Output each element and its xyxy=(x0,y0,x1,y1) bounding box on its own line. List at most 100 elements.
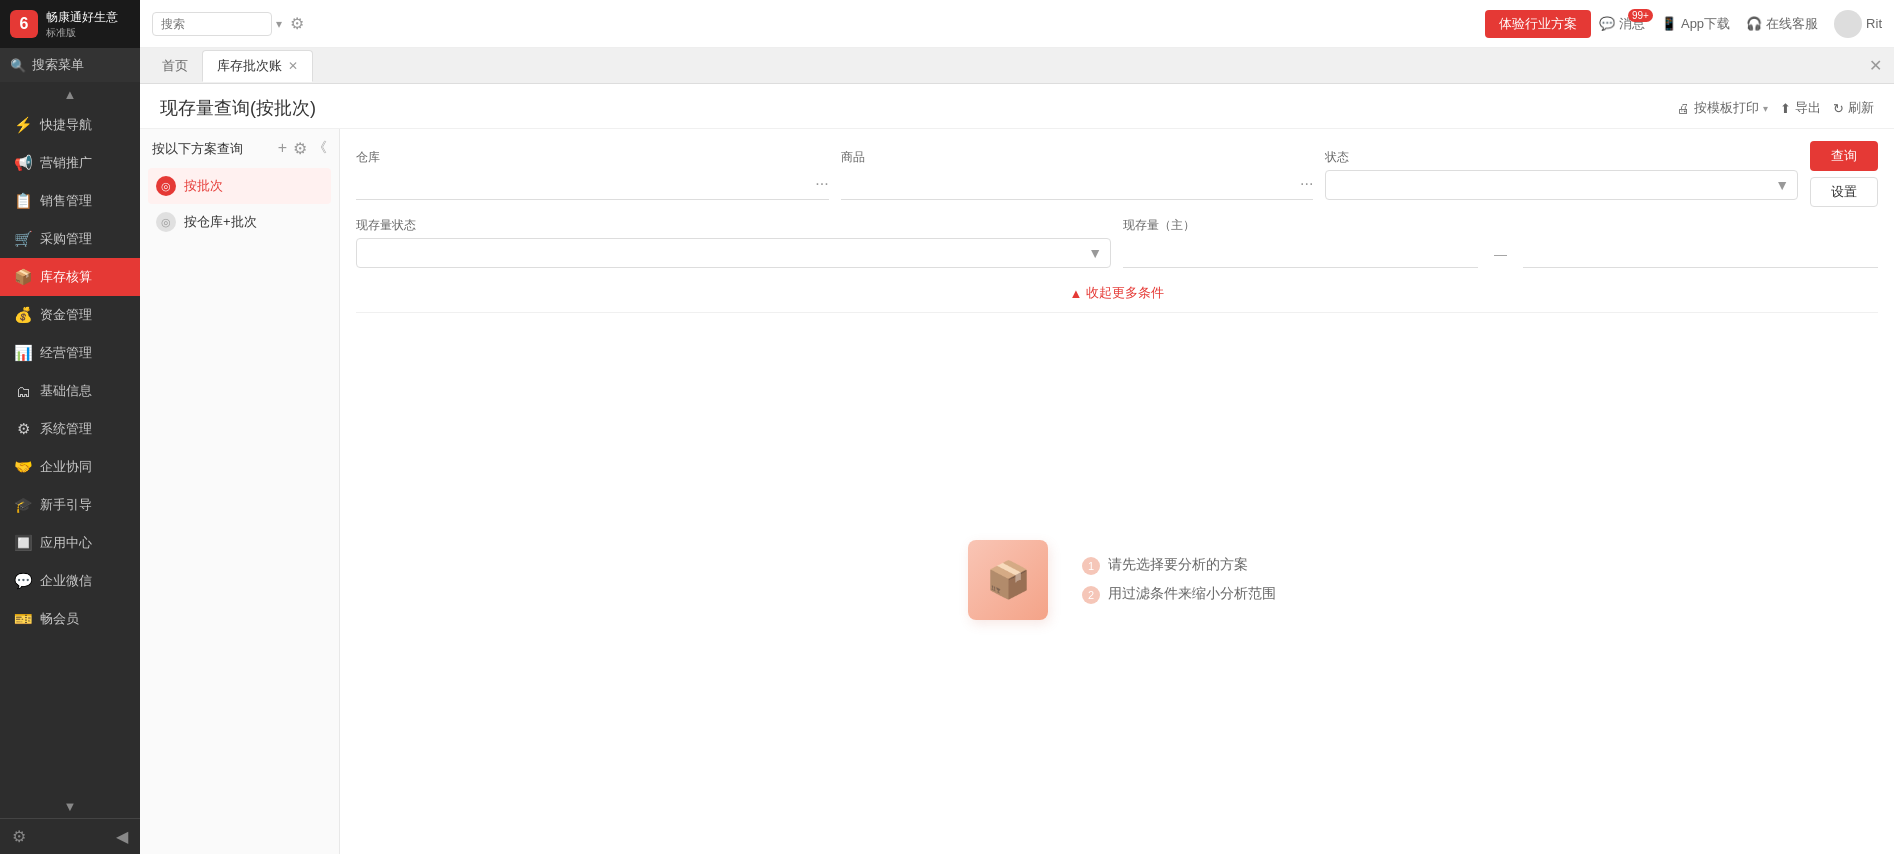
sidebar-scroll-down[interactable]: ▼ xyxy=(0,794,140,818)
sidebar-footer: ⚙ ◀ xyxy=(0,818,140,854)
scheme-label-by-batch: 按批次 xyxy=(184,177,223,195)
sidebar-item-base[interactable]: 🗂 基础信息 xyxy=(0,372,140,410)
sidebar-item-newbie[interactable]: 🎓 新手引导 xyxy=(0,486,140,524)
stock-status-filter-select[interactable]: ▼ xyxy=(356,238,1111,268)
export-btn[interactable]: ⬆ 导出 xyxy=(1780,99,1821,117)
warehouse-filter-input[interactable]: ··· xyxy=(356,170,829,200)
sidebar-item-member[interactable]: 🎫 畅会员 xyxy=(0,600,140,638)
sidebar-item-inventory[interactable]: 📦 库存核算 xyxy=(0,258,140,296)
sidebar-item-purchase[interactable]: 🛒 采购管理 xyxy=(0,220,140,258)
user-avatar xyxy=(1834,10,1862,38)
operations-icon: 📊 xyxy=(14,344,32,362)
tab-inventory-batch[interactable]: 库存批次账 ✕ xyxy=(202,50,313,82)
search-menu-item[interactable]: 🔍 搜索菜单 xyxy=(0,48,140,82)
sidebar-item-system[interactable]: ⚙ 系统管理 xyxy=(0,410,140,448)
stock-qty-filter-label: 现存量（主） xyxy=(1123,217,1878,234)
filter-group-warehouse: 仓库 ··· xyxy=(356,149,829,200)
empty-texts: 1 请先选择要分析的方案 2 用过滤条件来缩小分析范围 xyxy=(1082,556,1276,604)
finance-icon: 💰 xyxy=(14,306,32,324)
empty-step-1-text: 请先选择要分析的方案 xyxy=(1108,556,1248,574)
scheme-icon-batch: ◎ xyxy=(156,176,176,196)
left-panel-actions: + ⚙ 《 xyxy=(278,139,327,158)
sidebar-item-marketing[interactable]: 📢 营销推广 xyxy=(0,144,140,182)
query-button[interactable]: 查询 xyxy=(1810,141,1878,171)
topbar: ▾ ⚙ 体验行业方案 💬 消息 99+ 📱 App下载 🎧 在线客服 Rit xyxy=(140,0,1894,48)
left-panel: 按以下方案查询 + ⚙ 《 ◎ 按批次 ◎ 按仓库+批次 xyxy=(140,129,340,854)
sidebar-item-weixin[interactable]: 💬 企业微信 xyxy=(0,562,140,600)
page-title: 现存量查询(按批次) xyxy=(160,96,316,120)
tab-inventory-batch-label: 库存批次账 xyxy=(217,57,282,75)
sales-icon: 📋 xyxy=(14,192,32,210)
sidebar-label-finance: 资金管理 xyxy=(40,306,92,324)
sidebar-item-app-center[interactable]: 🔲 应用中心 xyxy=(0,524,140,562)
refresh-label: 刷新 xyxy=(1848,99,1874,117)
sidebar-item-sales[interactable]: 📋 销售管理 xyxy=(0,182,140,220)
tab-home[interactable]: 首页 xyxy=(148,51,202,81)
sidebar-label-enterprise: 企业协同 xyxy=(40,458,92,476)
print-btn[interactable]: 🖨 按模板打印 ▾ xyxy=(1677,99,1768,117)
sidebar-item-finance[interactable]: 💰 资金管理 xyxy=(0,296,140,334)
stock-qty-to-input[interactable] xyxy=(1523,238,1878,268)
search-icon: 🔍 xyxy=(10,58,26,73)
warehouse-dots-icon[interactable]: ··· xyxy=(815,175,828,193)
collapse-up-icon: ▲ xyxy=(1070,286,1083,301)
marketing-icon: 📢 xyxy=(14,154,32,172)
sidebar-item-quick-nav[interactable]: ⚡ 快捷导航 xyxy=(0,106,140,144)
topbar-right: 💬 消息 99+ 📱 App下载 🎧 在线客服 Rit xyxy=(1599,10,1882,38)
topbar-chevron-icon[interactable]: ▾ xyxy=(276,17,282,31)
product-filter-input[interactable]: ··· xyxy=(841,170,1314,200)
body-split: 按以下方案查询 + ⚙ 《 ◎ 按批次 ◎ 按仓库+批次 xyxy=(140,129,1894,854)
scheme-item-by-warehouse-batch[interactable]: ◎ 按仓库+批次 xyxy=(148,204,331,240)
sidebar-collapse-icon[interactable]: ◀ xyxy=(116,827,128,846)
weixin-icon: 💬 xyxy=(14,572,32,590)
sidebar-scroll-up[interactable]: ▲ xyxy=(0,82,140,106)
trial-btn[interactable]: 体验行业方案 xyxy=(1485,10,1591,38)
print-chevron-icon: ▾ xyxy=(1763,103,1768,114)
user-avatar-area[interactable]: Rit xyxy=(1834,10,1882,38)
purchase-icon: 🛒 xyxy=(14,230,32,248)
app-download-label: App下载 xyxy=(1681,15,1730,33)
empty-state: 1 请先选择要分析的方案 2 用过滤条件来缩小分析范围 xyxy=(356,317,1878,842)
tabbar: 首页 库存批次账 ✕ ✕ xyxy=(140,48,1894,84)
filter-group-stock-qty: 现存量（主） — xyxy=(1123,217,1878,268)
messages-btn[interactable]: 💬 消息 99+ xyxy=(1599,15,1645,33)
sidebar-header-text: 畅康通好生意 标准版 xyxy=(46,9,118,40)
step-1-num: 1 xyxy=(1082,557,1100,575)
tab-home-label: 首页 xyxy=(162,57,188,75)
left-panel-collapse-icon[interactable]: 《 xyxy=(313,139,327,158)
refresh-btn[interactable]: ↻ 刷新 xyxy=(1833,99,1874,117)
settings-button[interactable]: 设置 xyxy=(1810,177,1878,207)
add-scheme-btn[interactable]: + xyxy=(278,139,287,158)
tab-close-icon[interactable]: ✕ xyxy=(288,59,298,73)
sidebar-item-operations[interactable]: 📊 经营管理 xyxy=(0,334,140,372)
sidebar-item-enterprise[interactable]: 🤝 企业协同 xyxy=(0,448,140,486)
product-dots-icon[interactable]: ··· xyxy=(1300,175,1313,193)
collapse-filters-btn[interactable]: ▲ 收起更多条件 xyxy=(356,278,1878,308)
divider xyxy=(356,312,1878,313)
page-header-actions: 🖨 按模板打印 ▾ ⬆ 导出 ↻ 刷新 xyxy=(1677,99,1874,117)
product-filter-label: 商品 xyxy=(841,149,1314,166)
print-icon: 🖨 xyxy=(1677,101,1690,116)
online-support-btn[interactable]: 🎧 在线客服 xyxy=(1746,15,1818,33)
inventory-icon: 📦 xyxy=(14,268,32,286)
scheme-list: ◎ 按批次 ◎ 按仓库+批次 xyxy=(140,168,339,240)
online-support-label: 在线客服 xyxy=(1766,15,1818,33)
stock-status-chevron-icon: ▼ xyxy=(1088,245,1102,261)
tabbar-close-all-icon[interactable]: ✕ xyxy=(1865,52,1886,79)
message-icon: 💬 xyxy=(1599,16,1615,31)
topbar-search-input[interactable] xyxy=(152,12,272,36)
status-filter-select[interactable]: ▼ xyxy=(1325,170,1798,200)
topbar-breadcrumb: ▾ ⚙ xyxy=(152,12,1477,36)
sidebar-label-purchase: 采购管理 xyxy=(40,230,92,248)
scheme-settings-icon[interactable]: ⚙ xyxy=(293,139,307,158)
sidebar-settings-icon[interactable]: ⚙ xyxy=(12,827,26,846)
topbar-gear-icon[interactable]: ⚙ xyxy=(290,14,304,33)
warehouse-filter-label: 仓库 xyxy=(356,149,829,166)
app-download-btn[interactable]: 📱 App下载 xyxy=(1661,15,1730,33)
status-chevron-icon: ▼ xyxy=(1775,177,1789,193)
right-panel: 仓库 ··· 商品 ··· xyxy=(340,129,1894,854)
sidebar-label-app-center: 应用中心 xyxy=(40,534,92,552)
stock-qty-from-input[interactable] xyxy=(1123,238,1478,268)
quick-nav-icon: ⚡ xyxy=(14,116,32,134)
scheme-item-by-batch[interactable]: ◎ 按批次 xyxy=(148,168,331,204)
